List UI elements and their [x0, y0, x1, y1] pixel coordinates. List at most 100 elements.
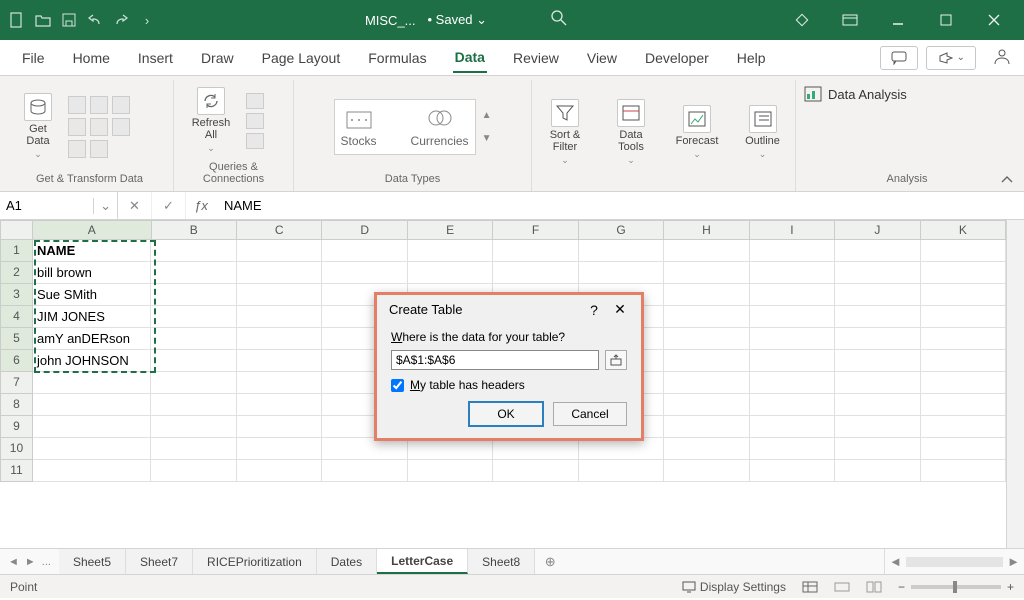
cell[interactable]: [237, 240, 322, 262]
formula-input[interactable]: NAME: [216, 198, 1024, 213]
cell[interactable]: [835, 240, 920, 262]
cell[interactable]: [33, 372, 151, 394]
cell[interactable]: [664, 372, 749, 394]
minimize-button[interactable]: [876, 6, 920, 34]
cell[interactable]: [664, 328, 749, 350]
cell[interactable]: [237, 394, 322, 416]
cell[interactable]: [237, 416, 322, 438]
sheet-tab[interactable]: Dates: [317, 549, 377, 574]
cell[interactable]: [237, 350, 322, 372]
column-header[interactable]: H: [664, 220, 749, 240]
cell[interactable]: [750, 306, 835, 328]
cell[interactable]: [408, 438, 493, 460]
sheet-tab[interactable]: Sheet5: [59, 549, 126, 574]
row-header[interactable]: 1: [0, 240, 33, 262]
cell[interactable]: [237, 438, 322, 460]
sheet-nav-prev-icon[interactable]: ◄: [8, 556, 19, 568]
new-file-icon[interactable]: [8, 11, 26, 29]
cell[interactable]: [835, 262, 920, 284]
cell[interactable]: [750, 350, 835, 372]
cell[interactable]: [579, 460, 664, 482]
get-data-small-buttons[interactable]: [68, 96, 130, 158]
cell[interactable]: [750, 262, 835, 284]
cell[interactable]: [151, 438, 236, 460]
table-range-input[interactable]: [391, 350, 599, 370]
cell[interactable]: [408, 240, 493, 262]
headers-checkbox[interactable]: [391, 379, 404, 392]
cell[interactable]: john JOHNSON: [33, 350, 151, 372]
redo-icon[interactable]: [112, 11, 130, 29]
cell[interactable]: [579, 240, 664, 262]
column-header[interactable]: C: [237, 220, 322, 240]
tab-insert[interactable]: Insert: [136, 44, 175, 72]
cell[interactable]: [750, 372, 835, 394]
stocks-button[interactable]: Stocks: [341, 106, 377, 148]
maximize-button[interactable]: [924, 6, 968, 34]
queries-small-buttons[interactable]: [246, 93, 264, 149]
tab-data[interactable]: Data: [453, 43, 487, 73]
cell[interactable]: [921, 394, 1006, 416]
cell[interactable]: [921, 438, 1006, 460]
row-header[interactable]: 7: [0, 372, 33, 394]
cell[interactable]: [921, 306, 1006, 328]
ribbon-display-icon[interactable]: [828, 6, 872, 34]
name-box[interactable]: A1⌄: [0, 192, 118, 219]
cell[interactable]: [921, 284, 1006, 306]
tab-file[interactable]: File: [20, 44, 47, 72]
save-status[interactable]: • Saved ⌄: [428, 12, 488, 28]
cell[interactable]: [151, 262, 236, 284]
dialog-help-button[interactable]: ?: [581, 302, 607, 318]
sheet-tab[interactable]: Sheet8: [468, 549, 535, 574]
data-tools-button[interactable]: Data Tools⌄: [606, 99, 656, 166]
cell[interactable]: [33, 394, 151, 416]
cell[interactable]: [835, 350, 920, 372]
account-icon[interactable]: [992, 46, 1012, 70]
dialog-close-button[interactable]: ✕: [607, 301, 633, 318]
cell[interactable]: [493, 438, 578, 460]
column-header[interactable]: D: [322, 220, 407, 240]
cell[interactable]: [921, 416, 1006, 438]
share-button[interactable]: ⌄: [926, 46, 976, 70]
namebox-dropdown-icon[interactable]: ⌄: [93, 198, 111, 214]
cell[interactable]: [835, 460, 920, 482]
cancel-button[interactable]: Cancel: [553, 402, 627, 426]
cell[interactable]: [835, 438, 920, 460]
cell[interactable]: [750, 284, 835, 306]
undo-icon[interactable]: [86, 11, 104, 29]
row-header[interactable]: 6: [0, 350, 33, 372]
cell[interactable]: [33, 416, 151, 438]
tab-developer[interactable]: Developer: [643, 44, 711, 72]
cell[interactable]: [750, 328, 835, 350]
row-header[interactable]: 4: [0, 306, 33, 328]
cell[interactable]: [408, 460, 493, 482]
tab-draw[interactable]: Draw: [199, 44, 236, 72]
cell[interactable]: [579, 262, 664, 284]
select-all-corner[interactable]: [0, 220, 33, 240]
save-icon[interactable]: [60, 11, 78, 29]
close-button[interactable]: [972, 6, 1016, 34]
sheet-overflow[interactable]: ...: [42, 556, 51, 568]
refresh-all-button[interactable]: Refresh All ⌄: [182, 87, 240, 154]
cell[interactable]: [664, 438, 749, 460]
row-header[interactable]: 9: [0, 416, 33, 438]
cell[interactable]: [322, 262, 407, 284]
horizontal-scrollbar[interactable]: ◄►: [884, 549, 1024, 574]
cell[interactable]: [835, 328, 920, 350]
cell[interactable]: [664, 394, 749, 416]
cell[interactable]: [151, 306, 236, 328]
cell[interactable]: [835, 372, 920, 394]
display-settings-button[interactable]: Display Settings: [682, 580, 786, 594]
column-header[interactable]: E: [408, 220, 493, 240]
row-header[interactable]: 8: [0, 394, 33, 416]
cell[interactable]: [664, 240, 749, 262]
cell[interactable]: [322, 438, 407, 460]
cell[interactable]: bill brown: [33, 262, 151, 284]
cell[interactable]: [664, 262, 749, 284]
range-picker-button[interactable]: [605, 350, 627, 370]
zoom-slider[interactable]: − +: [898, 580, 1014, 594]
sheet-nav-next-icon[interactable]: ►: [25, 556, 36, 568]
diamond-icon[interactable]: [780, 6, 824, 34]
cell[interactable]: [750, 438, 835, 460]
cell[interactable]: [493, 460, 578, 482]
cell[interactable]: [151, 416, 236, 438]
